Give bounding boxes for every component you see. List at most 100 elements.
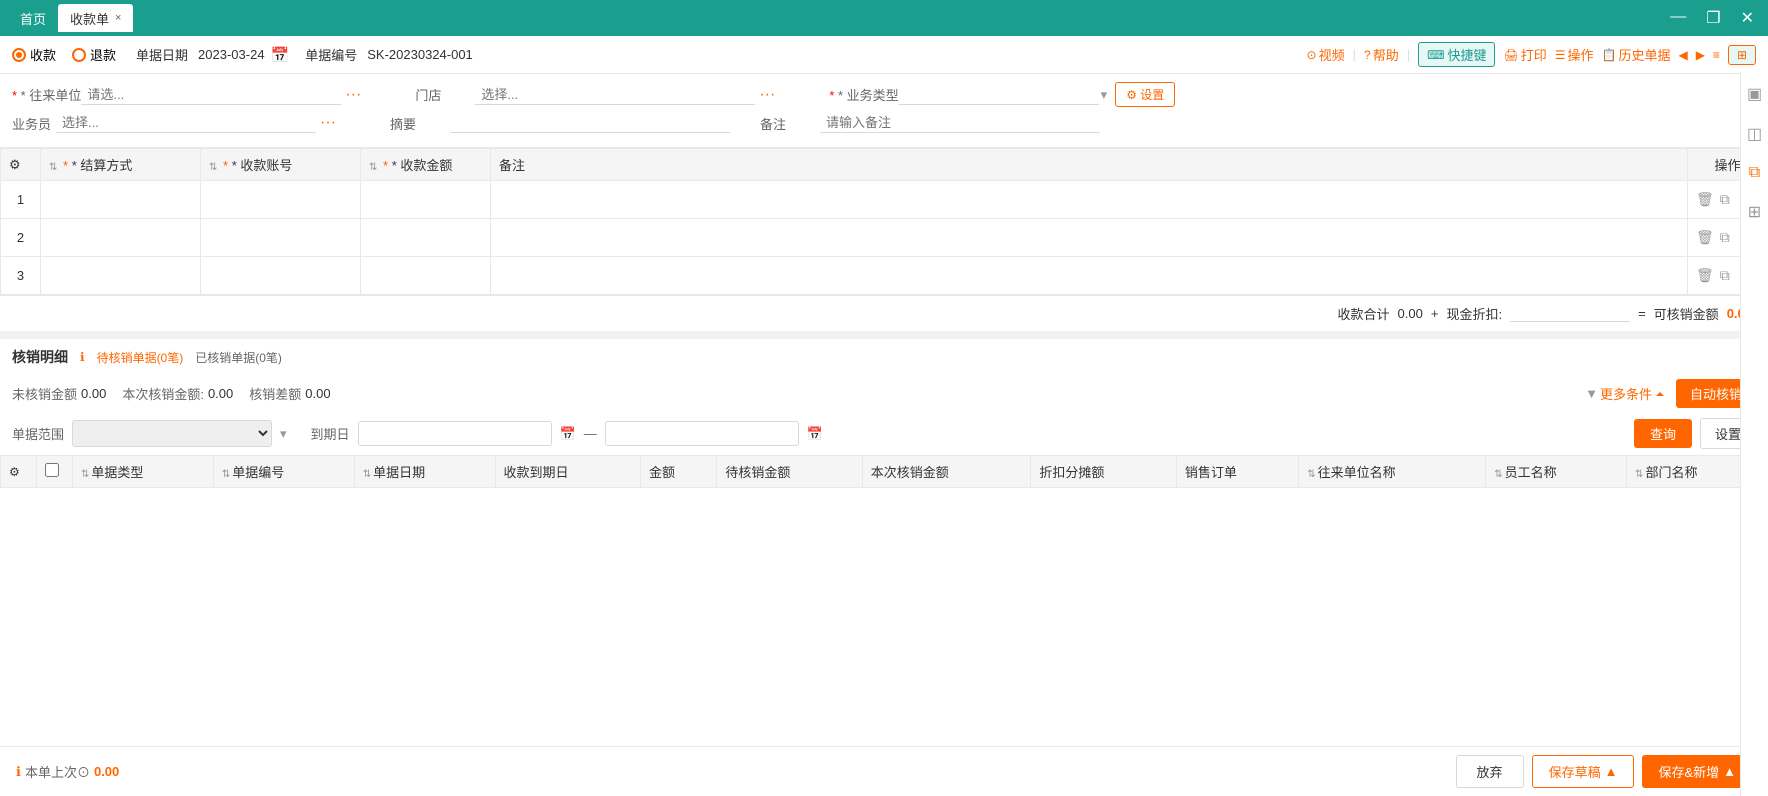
store-input[interactable] xyxy=(475,85,755,105)
color-btn[interactable]: ⊞ xyxy=(1728,45,1756,65)
stat-this-reconcile: 本次核销金额: 0.00 xyxy=(122,384,233,403)
date-separator: — xyxy=(584,426,597,441)
done-tag[interactable]: 已核销单据(0笔) xyxy=(195,349,282,366)
counterpart-more-btn[interactable]: ··· xyxy=(345,86,361,104)
radio-refund[interactable]: 退款 xyxy=(72,45,116,64)
stat-unreconciled: 未核销金额 0.00 xyxy=(12,384,106,403)
copy-row-2-icon[interactable]: ⧉ xyxy=(1720,229,1730,246)
window-controls: — ❐ ✕ xyxy=(1664,6,1760,30)
cell-account-3[interactable] xyxy=(201,257,361,295)
radio-group: 收款 退款 xyxy=(12,45,116,64)
counterpart-label: * 往来单位 xyxy=(12,85,81,104)
col-gear-bottom[interactable]: ⚙ xyxy=(1,456,37,488)
row-num-2: 2 xyxy=(1,219,41,257)
more-conditions-btn[interactable]: ▼ 更多条件 xyxy=(1585,384,1664,403)
nav-right-btn[interactable]: ▶ xyxy=(1696,48,1705,62)
due-date-end-calendar-icon[interactable]: 📅 xyxy=(807,426,823,442)
discount-input[interactable] xyxy=(1510,306,1630,322)
salesperson-label: 业务员 xyxy=(12,114,56,133)
biz-type-input[interactable]: 预收款 xyxy=(899,85,1099,105)
sidebar-icon-1[interactable]: ▣ xyxy=(1743,80,1766,108)
store-more-btn[interactable]: ··· xyxy=(759,86,775,104)
tab-close-button[interactable]: × xyxy=(115,12,121,24)
col-gear[interactable]: ⚙ xyxy=(1,149,41,181)
receipt-table: ⚙ ⇅ * 结算方式 ⇅ * 收款账号 ⇅ * 收款金额 xyxy=(0,148,1768,295)
col-account-header: ⇅ * 收款账号 xyxy=(201,149,361,181)
summary-label: 摘要 xyxy=(390,114,450,133)
cell-account-2[interactable] xyxy=(201,219,361,257)
nav-left-btn[interactable]: ◀ xyxy=(1678,48,1687,62)
delete-row-3-icon[interactable]: 🗑 xyxy=(1696,267,1714,284)
cell-account-1[interactable] xyxy=(201,181,361,219)
tab-active[interactable]: 收款单 × xyxy=(58,4,133,32)
counterpart-input[interactable] xyxy=(81,85,341,105)
delete-row-1-icon[interactable]: 🗑 xyxy=(1696,191,1714,208)
more-conditions-chevron xyxy=(1656,392,1664,396)
cell-amount-2[interactable] xyxy=(361,219,491,257)
col-amount-header2: 金额 xyxy=(641,456,717,488)
abandon-button[interactable]: 放弃 xyxy=(1456,755,1524,788)
copy-row-1-icon[interactable]: ⧉ xyxy=(1720,191,1730,208)
operation-link[interactable]: ☰ 操作 xyxy=(1555,45,1594,64)
select-all-checkbox[interactable] xyxy=(45,463,59,477)
sidebar-icon-3[interactable]: ⧉ xyxy=(1745,160,1764,186)
form-row-1: * 往来单位 ··· 门店 ··· * 业务类型 预收款 ▾ ⚙ 设置 xyxy=(12,82,1756,107)
cell-amount-3[interactable] xyxy=(361,257,491,295)
cell-settlement-3[interactable] xyxy=(41,257,201,295)
save-new-chevron-icon: ▲ xyxy=(1723,764,1736,779)
cell-settlement-1[interactable] xyxy=(41,181,201,219)
sep1: | xyxy=(1353,47,1356,62)
help-link[interactable]: ? 帮助 xyxy=(1364,45,1399,64)
sidebar-icon-2[interactable]: ◫ xyxy=(1743,120,1766,148)
close-window-button[interactable]: ✕ xyxy=(1735,6,1760,30)
shortcut-btn[interactable]: ⌨ 快捷键 xyxy=(1418,42,1495,67)
range-select[interactable] xyxy=(72,420,272,447)
save-new-button[interactable]: 保存&新增 ▲ xyxy=(1642,755,1752,788)
history-link[interactable]: 📋 历史单据 xyxy=(1601,45,1670,64)
salesperson-input[interactable] xyxy=(56,113,316,133)
col-remark-header: 备注 xyxy=(491,149,1688,181)
pending-tag[interactable]: 待核销单据(0笔) xyxy=(97,349,184,366)
range-dropdown-arrow: ▾ xyxy=(280,426,287,442)
settings-button[interactable]: ⚙ 设置 xyxy=(1115,82,1175,107)
query-button[interactable]: 查询 xyxy=(1634,419,1692,448)
cell-amount-1[interactable] xyxy=(361,181,491,219)
layout-btn[interactable]: ≡ xyxy=(1713,48,1720,62)
col-counterpart-header: ⇅往来单位名称 xyxy=(1299,456,1486,488)
remark-input[interactable] xyxy=(820,113,1100,133)
restore-button[interactable]: ❐ xyxy=(1700,6,1726,30)
table-section: ⚙ ⇅ * 结算方式 ⇅ * 收款账号 ⇅ * 收款金额 xyxy=(0,147,1768,295)
sep2: | xyxy=(1407,47,1410,62)
salesperson-more-btn[interactable]: ··· xyxy=(320,114,336,132)
due-date-start[interactable]: 2022-04-01 xyxy=(358,421,552,446)
col-order-header: 销售订单 xyxy=(1176,456,1298,488)
minimize-button[interactable]: — xyxy=(1664,6,1692,30)
tab-home[interactable]: 首页 xyxy=(8,4,58,32)
cell-remark-1[interactable] xyxy=(491,181,1688,219)
col-checkbox-header[interactable] xyxy=(37,456,73,488)
delete-row-2-icon[interactable]: 🗑 xyxy=(1696,229,1714,246)
calendar-icon[interactable]: 📅 xyxy=(271,46,290,64)
per-page-val: 0.00 xyxy=(94,764,119,779)
due-date-end[interactable]: 2022-04-12 xyxy=(605,421,799,446)
summary-input[interactable] xyxy=(450,113,730,133)
biz-type-arrow[interactable]: ▾ xyxy=(1101,87,1108,103)
video-link[interactable]: ⊙ 视频 xyxy=(1307,45,1345,64)
cell-remark-2[interactable] xyxy=(491,219,1688,257)
table-row: 3 🗑 ⧉ xyxy=(1,257,1768,295)
radio-receive[interactable]: 收款 xyxy=(12,45,56,64)
store-label: 门店 xyxy=(415,85,475,104)
reconcile-info-icon[interactable]: ℹ xyxy=(80,350,85,364)
copy-row-3-icon[interactable]: ⧉ xyxy=(1720,267,1730,284)
col-this-header: 本次核销金额 xyxy=(862,456,1031,488)
due-date-start-calendar-icon[interactable]: 📅 xyxy=(560,426,576,442)
print-link[interactable]: 🖨 打印 xyxy=(1503,45,1546,64)
sidebar-icon-4[interactable]: ⊞ xyxy=(1744,198,1765,226)
radio-refund-label: 退款 xyxy=(90,45,116,64)
cell-settlement-2[interactable] xyxy=(41,219,201,257)
total-label: 收款合计 xyxy=(1338,304,1390,323)
biz-type-label: * 业务类型 xyxy=(829,85,898,104)
reconcile-title: 核销明细 xyxy=(12,347,68,367)
cell-remark-3[interactable] xyxy=(491,257,1688,295)
save-draft-button[interactable]: 保存草稿 ▲ xyxy=(1532,755,1635,788)
